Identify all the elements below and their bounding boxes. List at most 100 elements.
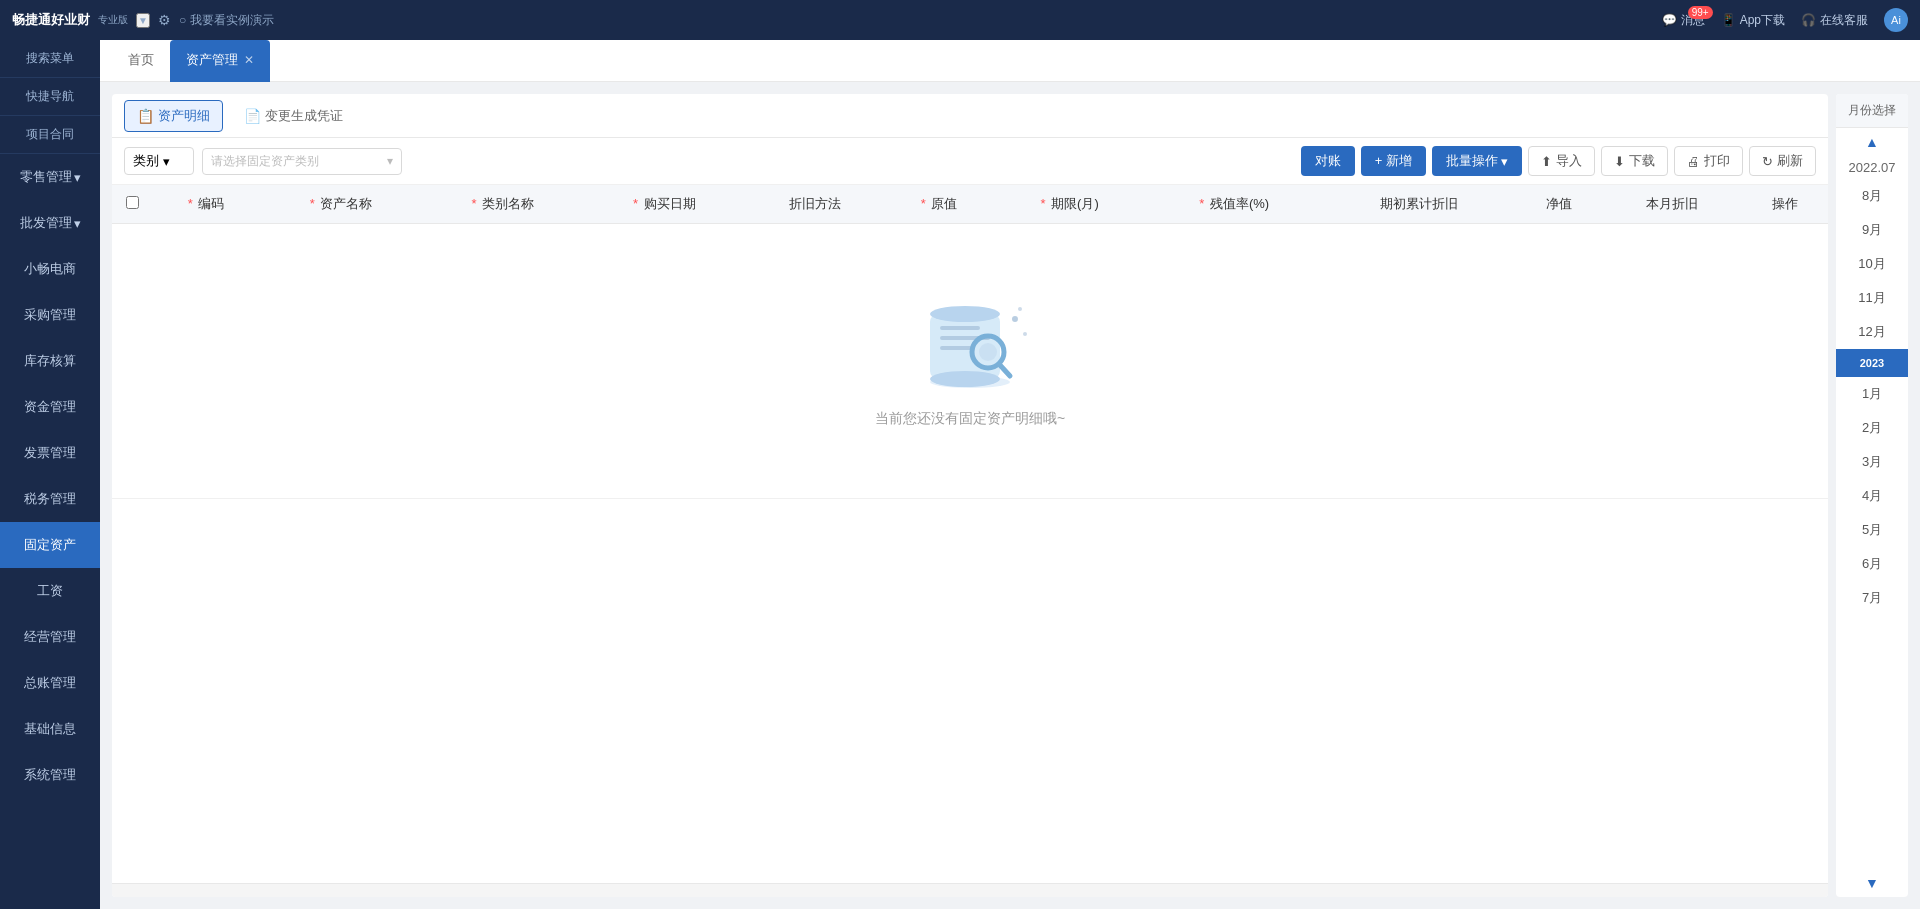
sidebar-item-fixed-assets[interactable]: 固定资产 (0, 522, 100, 568)
retail-arrow-icon: ▾ (74, 170, 81, 185)
month-item-9[interactable]: 9月 (1836, 213, 1908, 247)
select-all-checkbox[interactable] (126, 196, 139, 209)
top-bar: 畅捷通好业财 专业版 ▼ ⚙ ○ 我要看实例演示 💬 消息 99+ 📱 App下… (0, 0, 1920, 40)
col-category: * 类别名称 (422, 185, 584, 224)
sidebar-item-retail[interactable]: 零售管理 ▾ (0, 154, 100, 200)
system-label: 系统管理 (24, 766, 76, 784)
print-label: 打印 (1704, 152, 1730, 170)
sidebar-item-finance[interactable]: 资金管理 (0, 384, 100, 430)
month-item-2[interactable]: 2月 (1836, 411, 1908, 445)
sidebar-item-basic-info[interactable]: 基础信息 (0, 706, 100, 752)
app-download-label: App下载 (1740, 12, 1785, 29)
online-service-label: 在线客服 (1820, 12, 1868, 29)
dropdown-arrow-btn[interactable]: ▼ (136, 13, 150, 28)
svg-line-9 (999, 364, 1010, 376)
empty-text: 当前您还没有固定资产明细哦~ (875, 410, 1065, 428)
sub-tab-change-voucher[interactable]: 📄 变更生成凭证 (231, 100, 356, 132)
month-item-8[interactable]: 8月 (1836, 179, 1908, 213)
category-select[interactable]: 类别 ▾ (124, 147, 194, 175)
sidebar-item-operations[interactable]: 经营管理 (0, 614, 100, 660)
main-panel: 📋 资产明细 📄 变更生成凭证 类别 ▾ 请选择固定资产类别 (112, 94, 1828, 897)
settings-icon[interactable]: ⚙ (158, 12, 171, 28)
month-nav-up: ▲ (1836, 128, 1908, 156)
download-button[interactable]: ⬇ 下载 (1601, 146, 1668, 176)
month-down-btn[interactable]: ▼ (1859, 873, 1885, 893)
ecommerce-label: 小畅电商 (24, 260, 76, 278)
app-download-btn[interactable]: 📱 App下载 (1721, 12, 1785, 29)
tab-asset-management[interactable]: 资产管理 ✕ (170, 40, 270, 82)
message-badge: 99+ (1688, 6, 1713, 19)
sidebar-item-wholesale[interactable]: 批发管理 ▾ (0, 200, 100, 246)
quick-nav-label: 快捷导航 (8, 88, 92, 105)
sidebar-item-tax[interactable]: 税务管理 (0, 476, 100, 522)
print-button[interactable]: 🖨 打印 (1674, 146, 1743, 176)
bottom-scrollbar[interactable] (112, 883, 1828, 897)
col-residual-rate: * 残值率(%) (1146, 185, 1323, 224)
print-icon: 🖨 (1687, 154, 1700, 169)
month-item-6[interactable]: 6月 (1836, 547, 1908, 581)
category-arrow-icon: ▾ (163, 154, 170, 169)
month-item-4[interactable]: 4月 (1836, 479, 1908, 513)
filter-arrow-icon: ▾ (387, 154, 393, 168)
project-contract-label: 项目合同 (8, 126, 92, 143)
sub-tab-asset-detail-label: 资产明细 (158, 107, 210, 125)
search-menu-label: 搜索菜单 (8, 50, 92, 67)
month-item-12[interactable]: 12月 (1836, 315, 1908, 349)
col-operation: 操作 (1742, 185, 1828, 224)
page-content: 📋 资产明细 📄 变更生成凭证 类别 ▾ 请选择固定资产类别 (100, 82, 1920, 909)
asset-table: * 编码 * 资产名称 * 类别名称 (112, 185, 1828, 499)
category-filter-input[interactable]: 请选择固定资产类别 ▾ (202, 148, 402, 175)
month-item-3[interactable]: 3月 (1836, 445, 1908, 479)
month-panel-title: 月份选择 (1848, 103, 1896, 117)
month-item-11[interactable]: 11月 (1836, 281, 1908, 315)
svg-point-2 (930, 306, 1000, 322)
match-button[interactable]: 对账 (1301, 146, 1355, 176)
finance-label: 资金管理 (24, 398, 76, 416)
category-label: 类别 (133, 152, 159, 170)
sidebar-item-quick-nav[interactable]: 快捷导航 (0, 78, 100, 116)
add-button[interactable]: + 新增 (1361, 146, 1426, 176)
purchase-label: 采购管理 (24, 306, 76, 324)
empty-state: 当前您还没有固定资产明细哦~ (120, 234, 1820, 488)
sidebar-item-general-ledger[interactable]: 总账管理 (0, 660, 100, 706)
sub-tab-change-voucher-label: 变更生成凭证 (265, 107, 343, 125)
avatar[interactable]: Ai (1884, 8, 1908, 32)
tab-home[interactable]: 首页 (112, 40, 170, 82)
sidebar-item-purchase[interactable]: 采购管理 (0, 292, 100, 338)
wholesale-arrow-icon: ▾ (74, 216, 81, 231)
sidebar-item-system[interactable]: 系统管理 (0, 752, 100, 798)
checkbox-header (112, 185, 152, 224)
demo-link[interactable]: ○ 我要看实例演示 (179, 12, 274, 29)
tab-close-icon[interactable]: ✕ (244, 53, 254, 67)
change-voucher-icon: 📄 (244, 108, 261, 124)
month-item-year-2023[interactable]: 2023 (1836, 349, 1908, 377)
sidebar-item-salary[interactable]: 工资 (0, 568, 100, 614)
message-btn[interactable]: 💬 消息 99+ (1662, 12, 1705, 29)
sidebar-item-project-contract[interactable]: 项目合同 (0, 116, 100, 154)
sub-tab-asset-detail[interactable]: 📋 资产明细 (124, 100, 223, 132)
month-item-10[interactable]: 10月 (1836, 247, 1908, 281)
batch-button[interactable]: 批量操作 ▾ (1432, 146, 1522, 176)
add-button-label: + 新增 (1375, 152, 1412, 170)
empty-state-row: 当前您还没有固定资产明细哦~ (112, 224, 1828, 499)
retail-label: 零售管理 (20, 168, 72, 186)
import-button[interactable]: ⬆ 导入 (1528, 146, 1595, 176)
col-period-depreciation: 期初累计折旧 (1323, 185, 1516, 224)
col-code: * 编码 (152, 185, 260, 224)
month-item-7[interactable]: 7月 (1836, 581, 1908, 615)
sub-tab-bar: 📋 资产明细 📄 变更生成凭证 (112, 94, 1828, 138)
refresh-button[interactable]: ↻ 刷新 (1749, 146, 1816, 176)
sidebar-item-search-menu[interactable]: 搜索菜单 (0, 40, 100, 78)
month-year-display[interactable]: 2022.07 (1836, 156, 1908, 179)
sidebar-item-invoice[interactable]: 发票管理 (0, 430, 100, 476)
month-up-btn[interactable]: ▲ (1859, 132, 1885, 152)
month-item-1[interactable]: 1月 (1836, 377, 1908, 411)
month-item-5[interactable]: 5月 (1836, 513, 1908, 547)
sidebar-item-inventory[interactable]: 库存核算 (0, 338, 100, 384)
refresh-label: 刷新 (1777, 152, 1803, 170)
online-service-btn[interactable]: 🎧 在线客服 (1801, 12, 1868, 29)
sidebar-item-ecommerce[interactable]: 小畅电商 (0, 246, 100, 292)
category-placeholder: 请选择固定资产类别 (211, 153, 319, 170)
col-period-months: * 期限(月) (993, 185, 1146, 224)
app-subtitle: 专业版 (98, 13, 128, 27)
